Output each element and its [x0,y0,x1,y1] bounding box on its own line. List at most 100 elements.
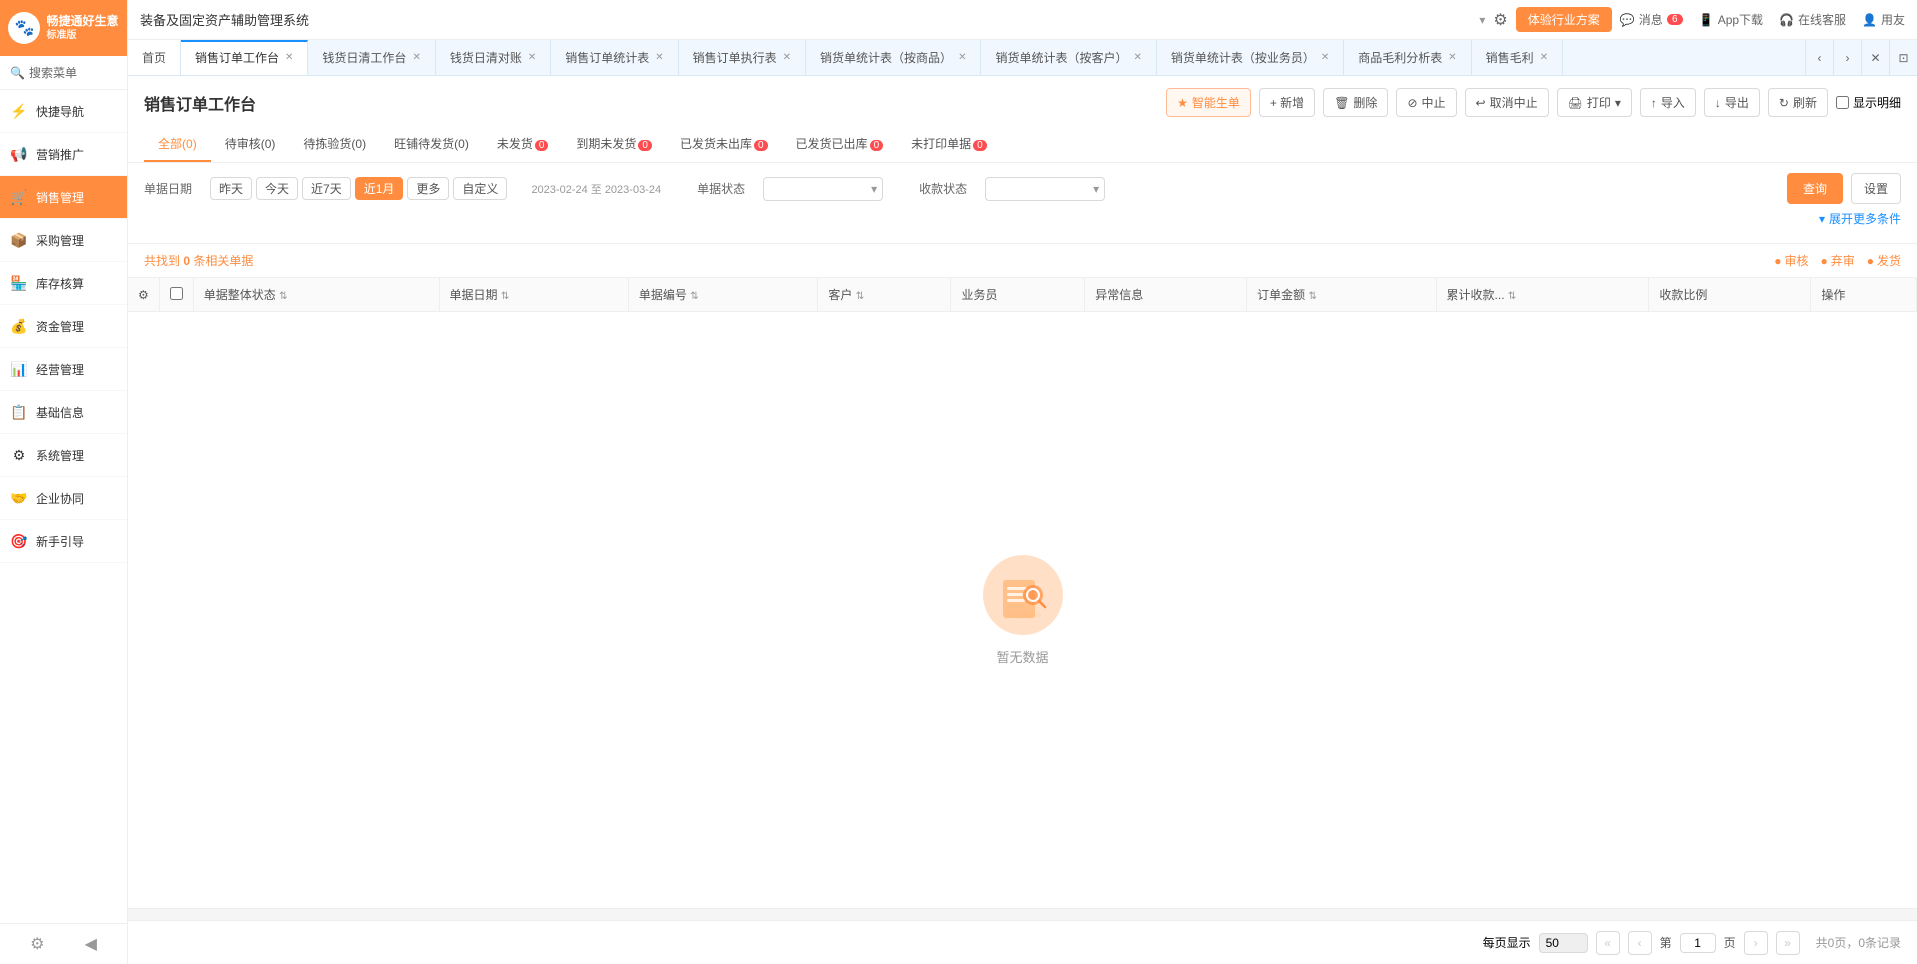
tab-close-sales-amount[interactable]: ✕ [1540,52,1548,63]
subtab-pending-review[interactable]: 待审核(0) [211,127,290,162]
tab-nav-prev[interactable]: ‹ [1805,40,1833,76]
topbar-settings-icon[interactable]: ⚙ [1493,10,1507,30]
tab-product-margin[interactable]: 商品毛利分析表 ✕ [1344,40,1471,76]
tab-close-sales-exec[interactable]: ✕ [783,52,791,63]
select-all-checkbox[interactable] [170,287,183,300]
sidebar-item-finance[interactable]: 💰 资金管理 [0,305,127,348]
topbar-user[interactable]: 👤 用友 [1862,11,1905,28]
expand-icon[interactable]: ▾ [1479,13,1485,27]
subtab-unprinted[interactable]: 未打印单据0 [897,127,1001,162]
unaudit-button[interactable]: ● 弃审 [1820,252,1854,269]
tab-sales-unified-product[interactable]: 销货单统计表（按商品） ✕ [806,40,981,76]
filter-date-7days[interactable]: 近7天 [302,177,351,200]
tab-close-sales-order[interactable]: ✕ [285,52,293,63]
last-page-button[interactable]: » [1776,931,1800,955]
filter-date-yesterday[interactable]: 昨天 [210,177,252,200]
page-size-select[interactable]: 50 10 20 100 [1539,933,1588,953]
delete-button[interactable]: 🗑 删除 [1323,88,1388,117]
tab-close-unified-product[interactable]: ✕ [958,52,966,63]
col-staff[interactable]: 业务员 [951,278,1085,312]
subtab-all[interactable]: 全部(0) [144,127,211,162]
ship-button[interactable]: ● 发货 [1867,252,1901,269]
smart-create-button[interactable]: ★ 智能生单 [1166,88,1251,117]
tab-nav-expand[interactable]: ⊡ [1889,40,1917,76]
sidebar-collapse-icon[interactable]: ◀ [85,934,97,954]
sidebar-item-quick-nav[interactable]: ⚡ 快捷导航 [0,90,127,133]
tab-close-sales-stats[interactable]: ✕ [655,52,663,63]
col-abnormal[interactable]: 异常信息 [1085,278,1247,312]
sidebar-item-purchase[interactable]: 📦 采购管理 [0,219,127,262]
col-collected[interactable]: 累计收款... ⇅ [1436,278,1649,312]
prev-page-button[interactable]: ‹ [1628,931,1652,955]
add-button[interactable]: + 新增 [1259,88,1315,117]
sidebar-item-marketing[interactable]: 📢 营销推广 [0,133,127,176]
filter-date-1month[interactable]: 近1月 [355,177,404,200]
tab-close-cash-daily[interactable]: ✕ [412,52,420,63]
cancel-stop-button[interactable]: ↩ 取消中止 [1465,88,1549,117]
tab-close-unified-staff[interactable]: ✕ [1321,52,1329,63]
sidebar-item-sales[interactable]: 🛒 销售管理 [0,176,127,219]
subtab-pending-inspect[interactable]: 待拣验货(0) [289,127,380,162]
print-button[interactable]: 🖨 打印 ▾ [1557,88,1632,117]
next-page-button[interactable]: › [1744,931,1768,955]
horizontal-scrollbar[interactable] [128,908,1917,920]
page-number-input[interactable] [1680,933,1716,953]
tab-sales-unified-staff[interactable]: 销货单统计表（按业务员） ✕ [1157,40,1344,76]
tab-sales-amount[interactable]: 销售毛利 ✕ [1472,40,1563,76]
expand-conditions[interactable]: ▾ 展开更多条件 [1819,210,1901,227]
industry-plan-button[interactable]: 体验行业方案 [1516,7,1612,32]
import-button[interactable]: ↑ 导入 [1640,88,1696,117]
show-detail-checkbox[interactable] [1836,96,1849,109]
stop-button[interactable]: ⊘ 中止 [1396,88,1456,117]
tab-close-unified-customer[interactable]: ✕ [1133,52,1141,63]
sidebar-item-system[interactable]: ⚙ 系统管理 [0,434,127,477]
tab-cash-reconcile[interactable]: 钱货日清对账 ✕ [436,40,551,76]
show-detail-checkbox-label[interactable]: 显示明细 [1836,94,1901,111]
sidebar-item-base-info[interactable]: 📋 基础信息 [0,391,127,434]
export-button[interactable]: ↓ 导出 [1704,88,1760,117]
col-config[interactable]: ⚙ [128,278,159,312]
tab-close-cash-reconcile[interactable]: ✕ [528,52,536,63]
topbar-message[interactable]: 💬 消息 6 [1620,11,1683,28]
topbar-app-download[interactable]: 📱 App下载 [1699,11,1763,28]
sidebar-item-enterprise[interactable]: 🤝 企业协同 [0,477,127,520]
refresh-button[interactable]: ↻ 刷新 [1768,88,1828,117]
set-button[interactable]: 设置 [1851,173,1901,204]
sidebar-settings-icon[interactable]: ⚙ [30,934,44,954]
tab-home[interactable]: 首页 [128,40,181,76]
filter-date-range: 2023-02-24 至 2023-03-24 [531,181,661,197]
subtab-shipped-out[interactable]: 已发货已出库0 [782,127,898,162]
subtab-wangpu-pending[interactable]: 旺铺待发货(0) [380,127,483,162]
tab-close-product-margin[interactable]: ✕ [1448,52,1456,63]
tab-nav-next[interactable]: › [1833,40,1861,76]
sidebar-item-guide[interactable]: 🎯 新手引导 [0,520,127,563]
col-date[interactable]: 单据日期 ⇅ [439,278,628,312]
col-customer[interactable]: 客户 ⇅ [818,278,951,312]
col-status[interactable]: 单据整体状态 ⇅ [193,278,439,312]
tab-sales-stats[interactable]: 销售订单统计表 ✕ [551,40,678,76]
col-number[interactable]: 单据编号 ⇅ [628,278,817,312]
filter-date-today[interactable]: 今天 [256,177,298,200]
first-page-button[interactable]: « [1596,931,1620,955]
sidebar-item-inventory[interactable]: 🏪 库存核算 [0,262,127,305]
subtab-unshipped[interactable]: 未发货0 [483,127,563,162]
tab-sales-unified-customer[interactable]: 销货单统计表（按客户） ✕ [981,40,1156,76]
sidebar-item-business[interactable]: 📊 经营管理 [0,348,127,391]
refresh-icon: ↻ [1779,96,1789,110]
query-button[interactable]: 查询 [1787,173,1843,204]
col-config-icon[interactable]: ⚙ [138,288,149,302]
subtab-overdue-unshipped[interactable]: 到期未发货0 [562,127,666,162]
status-select[interactable] [763,177,883,201]
col-amount[interactable]: 订单金额 ⇅ [1247,278,1436,312]
tab-nav-close[interactable]: ✕ [1861,40,1889,76]
tab-sales-exec[interactable]: 销售订单执行表 ✕ [679,40,806,76]
filter-date-custom[interactable]: 自定义 [453,177,507,200]
sidebar-item-search[interactable]: 🔍 搜索菜单 [0,56,127,90]
tab-cash-daily[interactable]: 钱货日清工作台 ✕ [308,40,435,76]
tab-sales-order-workbench[interactable]: 销售订单工作台 ✕ [181,40,308,76]
collect-select[interactable] [985,177,1105,201]
subtab-shipped-no-out[interactable]: 已发货未出库0 [666,127,782,162]
review-button[interactable]: ● 审核 [1774,252,1808,269]
topbar-online-service[interactable]: 🎧 在线客服 [1779,11,1846,28]
filter-date-more[interactable]: 更多 [407,177,449,200]
